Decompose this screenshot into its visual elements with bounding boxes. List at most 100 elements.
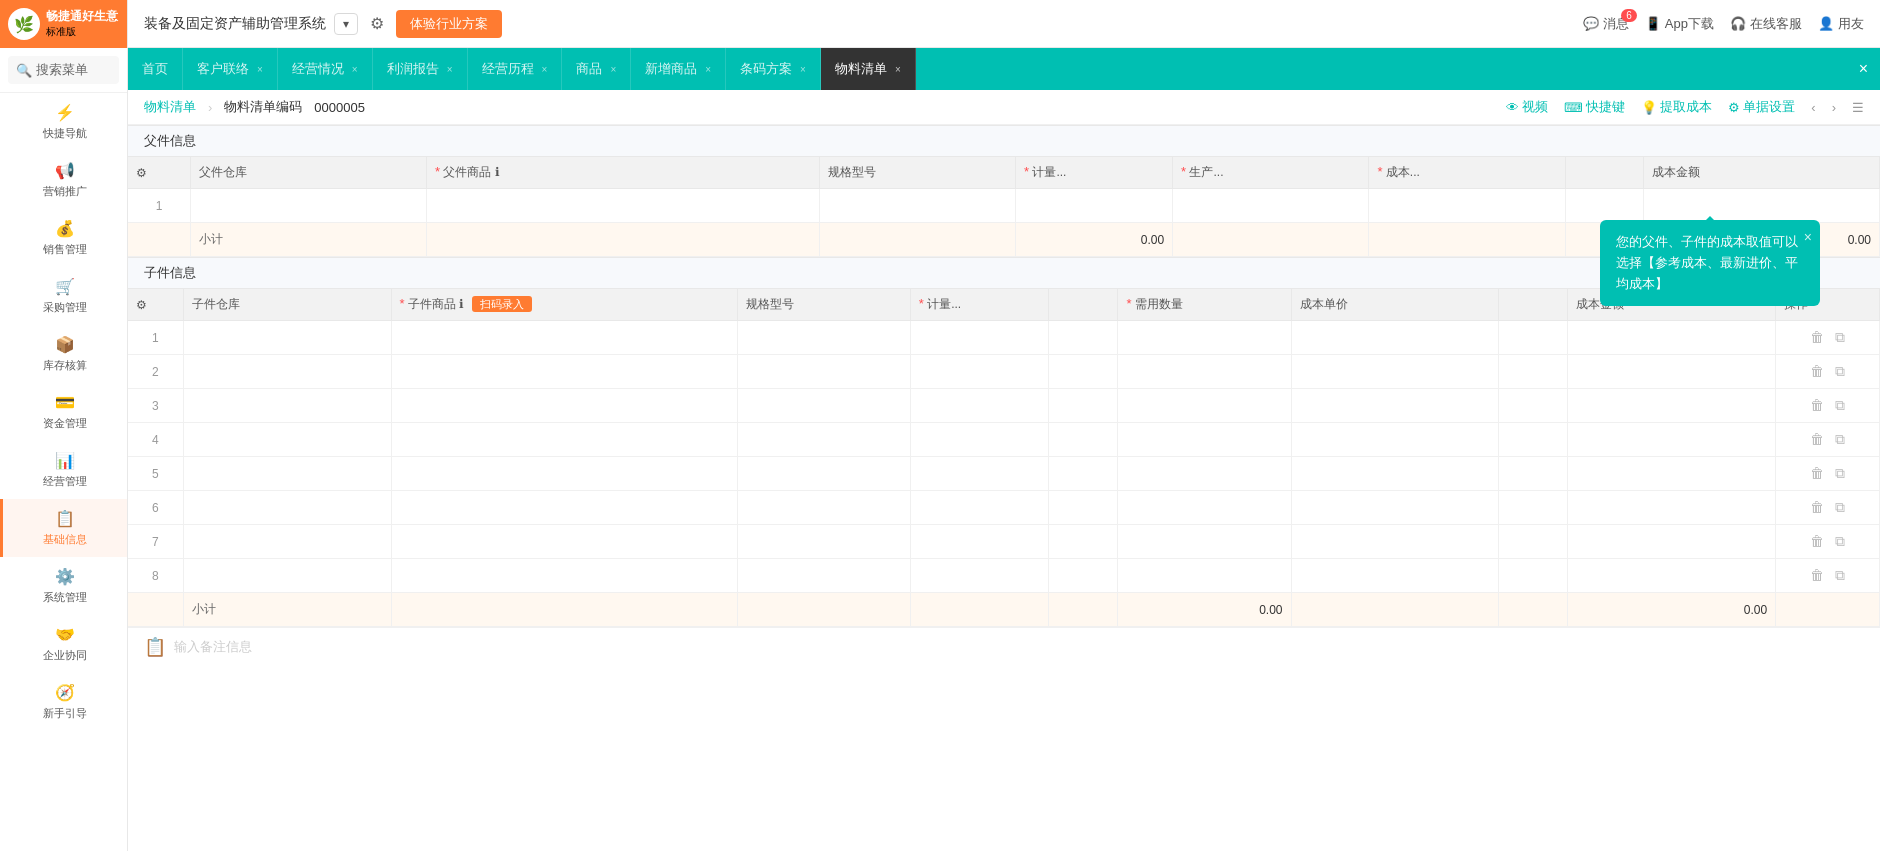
footer-hint-text[interactable]: 输入备注信息 [174, 638, 252, 656]
child-qty-4[interactable] [1118, 423, 1291, 457]
child-product-5[interactable] [391, 457, 737, 491]
delete-row-3[interactable]: 🗑 [1806, 395, 1828, 415]
child-col-settings[interactable]: ⚙ [128, 289, 183, 321]
child-qty-2[interactable] [1118, 355, 1291, 389]
child-product-7[interactable] [391, 525, 737, 559]
view-action[interactable]: 👁 视频 [1506, 98, 1548, 116]
sidebar-item-inventory[interactable]: 📦 库存核算 [0, 325, 127, 383]
copy-row-4[interactable]: ⧉ [1831, 429, 1849, 450]
sidebar-item-system[interactable]: ⚙️ 系统管理 [0, 557, 127, 615]
parent-product-cell[interactable] [426, 189, 819, 223]
child-product-4[interactable] [391, 423, 737, 457]
child-qty-7[interactable] [1118, 525, 1291, 559]
parent-production-cell[interactable] [1173, 189, 1369, 223]
online-service-item[interactable]: 🎧 在线客服 [1730, 15, 1802, 33]
parent-col-settings[interactable]: ⚙ [128, 157, 191, 189]
child-unit-cost-1[interactable] [1291, 321, 1499, 355]
child-unit-cost-5[interactable] [1291, 457, 1499, 491]
child-spec-2[interactable] [737, 355, 910, 389]
single-settings-action[interactable]: ⚙ 单据设置 [1728, 98, 1795, 116]
sidebar-item-enterprise[interactable]: 🤝 企业协同 [0, 615, 127, 673]
child-spec-8[interactable] [737, 559, 910, 593]
child-qty-5[interactable] [1118, 457, 1291, 491]
tab-close-barcode[interactable]: × [800, 64, 806, 75]
child-unit-cost-7[interactable] [1291, 525, 1499, 559]
tab-close-operation-history[interactable]: × [542, 64, 548, 75]
nav-next[interactable]: › [1832, 100, 1836, 115]
child-unit-cost-8[interactable] [1291, 559, 1499, 593]
child-unit-1[interactable] [910, 321, 1048, 355]
copy-row-8[interactable]: ⧉ [1831, 565, 1849, 586]
parent-warehouse-cell[interactable] [191, 189, 427, 223]
sidebar-item-purchase[interactable]: 🛒 采购管理 [0, 267, 127, 325]
child-unit-cost-6[interactable] [1291, 491, 1499, 525]
child-unit-5[interactable] [910, 457, 1048, 491]
tab-customer[interactable]: 客户联络 × [183, 48, 278, 90]
copy-row-7[interactable]: ⧉ [1831, 531, 1849, 552]
child-unit-cost-2[interactable] [1291, 355, 1499, 389]
tab-home[interactable]: 首页 [128, 48, 183, 90]
sidebar-item-sales[interactable]: 💰 销售管理 [0, 209, 127, 267]
layout-icon[interactable]: ☰ [1852, 100, 1864, 115]
child-product-6[interactable] [391, 491, 737, 525]
delete-row-8[interactable]: 🗑 [1806, 565, 1828, 585]
sidebar-item-marketing[interactable]: 📢 营销推广 [0, 151, 127, 209]
tab-barcode[interactable]: 条码方案 × [726, 48, 821, 90]
breadcrumb-bom[interactable]: 物料清单 [144, 98, 196, 116]
child-spec-1[interactable] [737, 321, 910, 355]
scan-input-badge[interactable]: 扫码录入 [472, 296, 532, 312]
child-unit-4[interactable] [910, 423, 1048, 457]
copy-row-5[interactable]: ⧉ [1831, 463, 1849, 484]
tab-close-product[interactable]: × [610, 64, 616, 75]
child-product-2[interactable] [391, 355, 737, 389]
tab-add-product[interactable]: 新增商品 × [631, 48, 726, 90]
delete-row-1[interactable]: 🗑 [1806, 327, 1828, 347]
child-warehouse-8[interactable] [183, 559, 391, 593]
nav-prev[interactable]: ‹ [1811, 100, 1815, 115]
child-warehouse-4[interactable] [183, 423, 391, 457]
sidebar-item-quick-nav[interactable]: ⚡ 快捷导航 [0, 93, 127, 151]
child-warehouse-7[interactable] [183, 525, 391, 559]
tab-close-bom[interactable]: × [895, 64, 901, 75]
sidebar-item-finance[interactable]: 💳 资金管理 [0, 383, 127, 441]
child-product-3[interactable] [391, 389, 737, 423]
copy-row-3[interactable]: ⧉ [1831, 395, 1849, 416]
search-menu-button[interactable]: 🔍 搜索菜单 [8, 56, 119, 84]
extract-cost-action[interactable]: 💡 提取成本 [1641, 98, 1712, 116]
child-spec-6[interactable] [737, 491, 910, 525]
child-warehouse-5[interactable] [183, 457, 391, 491]
tab-close-operation-status[interactable]: × [352, 64, 358, 75]
child-product-8[interactable] [391, 559, 737, 593]
tab-close-profit-report[interactable]: × [447, 64, 453, 75]
delete-row-2[interactable]: 🗑 [1806, 361, 1828, 381]
parent-unit-cell[interactable] [1016, 189, 1173, 223]
child-qty-3[interactable] [1118, 389, 1291, 423]
child-warehouse-2[interactable] [183, 355, 391, 389]
child-product-1[interactable] [391, 321, 737, 355]
child-warehouse-1[interactable] [183, 321, 391, 355]
user-item[interactable]: 👤 用友 [1818, 15, 1864, 33]
child-qty-1[interactable] [1118, 321, 1291, 355]
child-unit-7[interactable] [910, 525, 1048, 559]
close-all-tabs[interactable]: × [1847, 60, 1880, 78]
delete-row-6[interactable]: 🗑 [1806, 497, 1828, 517]
shortcut-action[interactable]: ⌨ 快捷键 [1564, 98, 1625, 116]
child-unit-2[interactable] [910, 355, 1048, 389]
child-unit-6[interactable] [910, 491, 1048, 525]
app-download-item[interactable]: 📱 App下载 [1645, 15, 1714, 33]
topbar-dropdown-button[interactable]: ▾ [334, 13, 358, 35]
sidebar-item-guide[interactable]: 🧭 新手引导 [0, 673, 127, 731]
child-spec-7[interactable] [737, 525, 910, 559]
tooltip-close-btn[interactable]: × [1804, 226, 1812, 248]
child-qty-6[interactable] [1118, 491, 1291, 525]
delete-row-7[interactable]: 🗑 [1806, 531, 1828, 551]
child-unit-cost-4[interactable] [1291, 423, 1499, 457]
copy-row-6[interactable]: ⧉ [1831, 497, 1849, 518]
copy-row-1[interactable]: ⧉ [1831, 327, 1849, 348]
sidebar-item-basic[interactable]: 📋 基础信息 [0, 499, 127, 557]
child-unit-cost-3[interactable] [1291, 389, 1499, 423]
child-spec-4[interactable] [737, 423, 910, 457]
child-qty-8[interactable] [1118, 559, 1291, 593]
child-warehouse-3[interactable] [183, 389, 391, 423]
child-spec-5[interactable] [737, 457, 910, 491]
